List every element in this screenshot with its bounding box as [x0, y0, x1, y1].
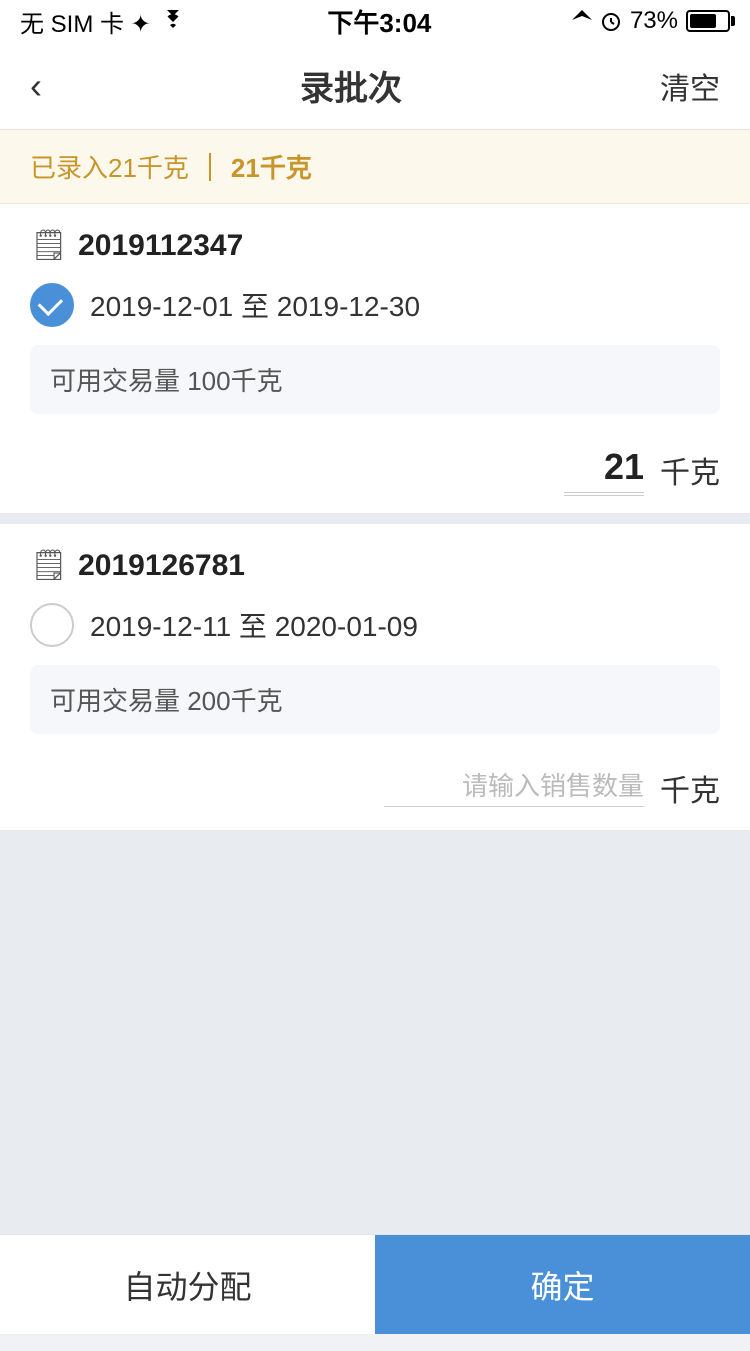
- quantity-input-1[interactable]: [564, 446, 644, 488]
- batch-id-2: 2019126781: [78, 549, 245, 583]
- location-icon: [572, 10, 592, 32]
- info-banner: 已录入21千克 21千克: [0, 130, 750, 204]
- banner-divider: [209, 153, 211, 181]
- batch-date-row-1: 2019-12-01 至 2019-12-30: [0, 273, 750, 337]
- clear-button[interactable]: 清空: [660, 64, 720, 108]
- recorded-value: 21千克: [231, 148, 312, 185]
- status-bar-right: 73%: [572, 7, 730, 35]
- auto-distribute-button[interactable]: 自动分配: [0, 1235, 375, 1334]
- status-bar-left: 无 SIM 卡 ✦: [20, 4, 187, 39]
- page-title: 录批次: [300, 61, 402, 110]
- batch-date-1: 2019-12-01 至 2019-12-30: [90, 285, 420, 325]
- batch-icon-1: 🗒: [30, 228, 68, 263]
- batch-id-1: 2019112347: [78, 229, 243, 263]
- bottom-bar: 自动分配 确定: [0, 1234, 750, 1334]
- quantity-unit-2: 千克: [660, 766, 720, 810]
- quantity-underline-1: [564, 446, 644, 493]
- sim-label: 无 SIM 卡 ✦: [20, 4, 151, 39]
- quantity-row-1: 千克: [0, 430, 750, 514]
- empty-area: [0, 831, 750, 1251]
- batch-item-1: 🗒 2019112347 2019-12-01 至 2019-12-30 可用交…: [0, 204, 750, 514]
- confirm-button[interactable]: 确定: [375, 1235, 750, 1334]
- batch-header-1: 🗒 2019112347: [0, 204, 750, 273]
- radio-2[interactable]: [30, 603, 74, 647]
- nav-bar: ‹ 录批次 清空: [0, 42, 750, 130]
- battery-icon: [686, 10, 730, 32]
- radio-1[interactable]: [30, 283, 74, 327]
- quantity-row-2: 千克: [0, 750, 750, 831]
- status-bar-time: 下午3:04: [327, 3, 431, 40]
- quantity-input-2[interactable]: [384, 771, 644, 802]
- status-bar: 无 SIM 卡 ✦ 下午3:04 73%: [0, 0, 750, 42]
- batch-icon-2: 🗒: [30, 548, 68, 583]
- batch-item-2: 🗒 2019126781 2019-12-11 至 2020-01-09 可用交…: [0, 514, 750, 831]
- back-button[interactable]: ‹: [30, 65, 42, 107]
- quantity-underline-2: [384, 770, 644, 807]
- batch-date-row-2: 2019-12-11 至 2020-01-09: [0, 593, 750, 657]
- batch-header-2: 🗒 2019126781: [0, 524, 750, 593]
- content-area: 🗒 2019112347 2019-12-01 至 2019-12-30 可用交…: [0, 204, 750, 1351]
- batch-available-1: 可用交易量 100千克: [30, 345, 720, 414]
- battery-label: 73%: [630, 7, 678, 35]
- recorded-label: 已录入21千克: [30, 148, 189, 185]
- batch-available-2: 可用交易量 200千克: [30, 665, 720, 734]
- quantity-unit-1: 千克: [660, 448, 720, 492]
- alarm-icon: [600, 10, 622, 32]
- battery-fill: [690, 14, 716, 28]
- batch-date-2: 2019-12-11 至 2020-01-09: [90, 605, 418, 645]
- wifi-icon: [159, 10, 187, 32]
